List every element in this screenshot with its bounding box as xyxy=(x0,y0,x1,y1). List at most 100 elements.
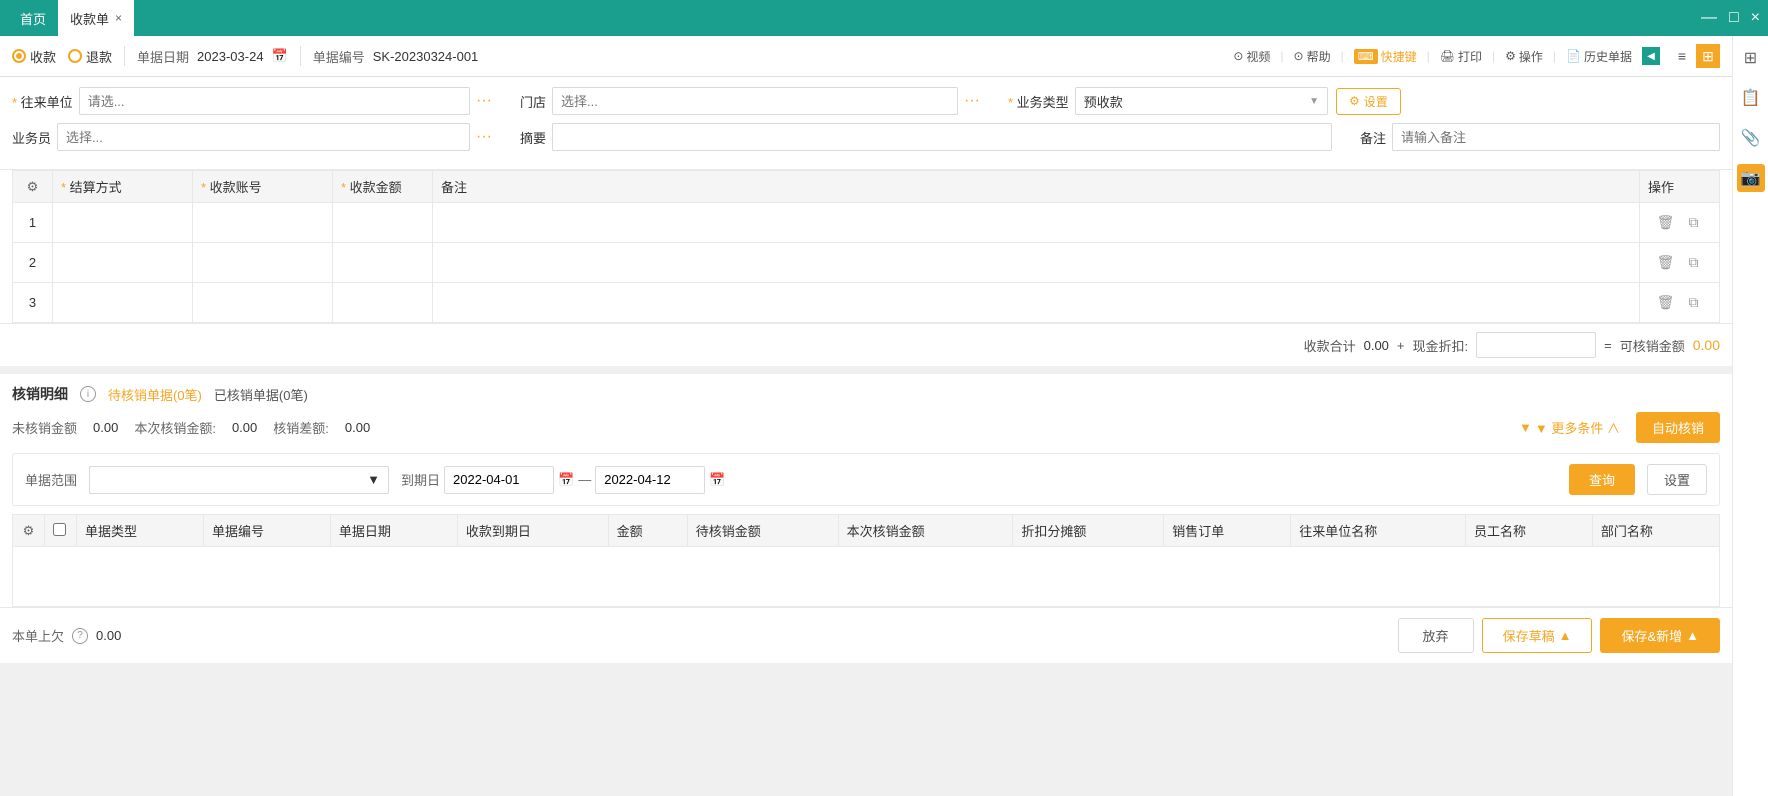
date-from-input[interactable] xyxy=(444,466,554,494)
row-copy-1[interactable]: ⧉ xyxy=(1683,212,1705,234)
tab-home[interactable]: 首页 xyxy=(8,0,58,36)
row-amount-3[interactable] xyxy=(333,283,433,323)
nav-prev[interactable]: ◀ xyxy=(1642,47,1660,65)
store-input[interactable] xyxy=(552,87,958,115)
calendar-to-icon[interactable]: 📅 xyxy=(709,472,725,488)
row-settle-2[interactable] xyxy=(53,243,193,283)
query-button[interactable]: 查询 xyxy=(1569,464,1635,495)
calendar-from-icon[interactable]: 📅 xyxy=(558,472,574,488)
row-action-1: 🗑 ⧉ xyxy=(1640,203,1720,243)
calendar-icon[interactable]: 📅 xyxy=(272,48,288,64)
sidebar-clipboard-icon[interactable]: 📋 xyxy=(1737,84,1765,112)
section-divider xyxy=(0,366,1732,374)
due-date-field: 到期日 📅 — 📅 xyxy=(401,466,725,494)
row-amount-1[interactable] xyxy=(333,203,433,243)
row-copy-2[interactable]: ⧉ xyxy=(1683,252,1705,274)
more-conditions[interactable]: ▼ ▼ 更多条件 ∧ xyxy=(1519,418,1620,437)
video-action[interactable]: ⊙ 视频 xyxy=(1233,48,1270,65)
remarks-input[interactable] xyxy=(1392,123,1720,151)
row-delete-2[interactable]: 🗑 xyxy=(1655,252,1677,274)
print-action[interactable]: 🖨 打印 xyxy=(1440,48,1482,65)
row-delete-3[interactable]: 🗑 xyxy=(1655,292,1677,314)
save-draft-button[interactable]: 保存草稿 ▲ xyxy=(1482,618,1593,653)
range-select[interactable]: ▼ xyxy=(89,466,389,494)
bottom-select-all[interactable] xyxy=(53,523,66,536)
settings-button[interactable]: ⚙ 设置 xyxy=(1336,88,1401,115)
row-account-3[interactable] xyxy=(193,283,333,323)
filter-settings-button[interactable]: 设置 xyxy=(1647,464,1707,495)
row-amount-2[interactable] xyxy=(333,243,433,283)
current-label: 本次核销金额: xyxy=(134,418,216,437)
range-label: 单据范围 xyxy=(25,470,77,489)
date-to-input[interactable] xyxy=(595,466,705,494)
summary-label: 摘要 xyxy=(520,128,546,147)
bottom-table-empty-row xyxy=(13,547,1720,607)
minimize-icon[interactable]: — xyxy=(1701,9,1717,27)
radio-collect[interactable]: 收款 xyxy=(12,47,56,66)
business-type-field: 业务类型 预收款 ▼ xyxy=(1008,87,1328,115)
sidebar-camera-icon[interactable]: 📷 xyxy=(1737,164,1765,192)
salesperson-dots[interactable]: ··· xyxy=(476,128,492,146)
store-field: 门店 ··· xyxy=(520,87,980,115)
grid-view-icon[interactable]: ⊞ xyxy=(1696,44,1720,68)
radio-refund[interactable]: 退款 xyxy=(68,47,112,66)
col-amount-header: 收款金额 xyxy=(333,171,433,203)
bottom-col-department: 部门名称 xyxy=(1592,515,1719,547)
toolbar-divider-1 xyxy=(124,46,125,66)
sidebar-table-icon[interactable]: ⊞ xyxy=(1737,44,1765,72)
tab-receipt[interactable]: 收款单 × xyxy=(58,0,134,36)
row-account-2[interactable] xyxy=(193,243,333,283)
bottom-col-sales-order: 销售订单 xyxy=(1164,515,1291,547)
footer-info-icon[interactable]: ? xyxy=(72,628,88,644)
shortcut-action[interactable]: ⌨ 快捷键 xyxy=(1354,48,1417,65)
discount-input[interactable] xyxy=(1476,332,1596,358)
row-remark-3[interactable] xyxy=(433,283,1640,323)
auto-settle-button[interactable]: 自动核销 xyxy=(1636,412,1720,443)
row-actions-1: 🗑 ⧉ xyxy=(1648,212,1711,234)
row-remark-1[interactable] xyxy=(433,203,1640,243)
close-window-icon[interactable]: × xyxy=(1751,9,1760,27)
row-settle-3[interactable] xyxy=(53,283,193,323)
summary-input[interactable] xyxy=(552,123,1332,151)
done-tab[interactable]: 已核销单据(0笔) xyxy=(214,385,308,404)
toolbar-divider-2 xyxy=(300,46,301,66)
help-action[interactable]: ⊙ 帮助 xyxy=(1294,48,1331,65)
bottom-col-amount: 金额 xyxy=(608,515,687,547)
counterparty-label: 往来单位 xyxy=(12,92,73,111)
bottom-col-pending: 待核销金额 xyxy=(687,515,838,547)
counterparty-input[interactable] xyxy=(79,87,470,115)
table-row: 3 🗑 ⧉ xyxy=(13,283,1720,323)
pending-tab[interactable]: 待核销单据(0笔) xyxy=(108,385,202,404)
save-new-button[interactable]: 保存&新增 ▲ xyxy=(1600,618,1720,653)
store-label: 门店 xyxy=(520,92,546,111)
salesperson-input[interactable] xyxy=(57,123,470,151)
diff-value: 0.00 xyxy=(345,420,370,435)
col-gear-header: ⚙ xyxy=(13,171,53,203)
radio-group: 收款 退款 xyxy=(12,47,112,66)
sidebar-attachment-icon[interactable]: 📎 xyxy=(1737,124,1765,152)
bottom-gear-icon[interactable]: ⚙ xyxy=(21,523,36,539)
maximize-icon[interactable]: □ xyxy=(1729,9,1739,27)
counterparty-dots[interactable]: ··· xyxy=(476,92,492,110)
table-gear-icon[interactable]: ⚙ xyxy=(21,179,44,195)
print-icon: 🖨 xyxy=(1440,49,1455,63)
row-delete-1[interactable]: 🗑 xyxy=(1655,212,1677,234)
receipt-table: ⚙ 结算方式 收款账号 收款金额 备注 操作 1 xyxy=(12,170,1720,323)
tab-close-icon[interactable]: × xyxy=(115,11,122,25)
row-account-1[interactable] xyxy=(193,203,333,243)
operations-action[interactable]: ⚙ 操作 xyxy=(1505,48,1543,65)
discard-button[interactable]: 放弃 xyxy=(1398,618,1474,653)
row-num-1: 1 xyxy=(13,203,53,243)
list-view-icon[interactable]: ≡ xyxy=(1670,44,1694,68)
row-copy-3[interactable]: ⧉ xyxy=(1683,292,1705,314)
discount-label: 现金折扣: xyxy=(1413,336,1469,355)
row-action-2: 🗑 ⧉ xyxy=(1640,243,1720,283)
store-dots[interactable]: ··· xyxy=(964,92,980,110)
row-remark-2[interactable] xyxy=(433,243,1640,283)
row-settle-1[interactable] xyxy=(53,203,193,243)
summary-row: 收款合计 0.00 + 现金折扣: = 可核销金额 0.00 xyxy=(0,323,1732,366)
business-type-select[interactable]: 预收款 ▼ xyxy=(1075,87,1328,115)
bottom-col-type: 单据类型 xyxy=(77,515,204,547)
info-icon[interactable]: i xyxy=(80,386,96,402)
history-action[interactable]: 📄 历史单据 xyxy=(1566,48,1632,65)
